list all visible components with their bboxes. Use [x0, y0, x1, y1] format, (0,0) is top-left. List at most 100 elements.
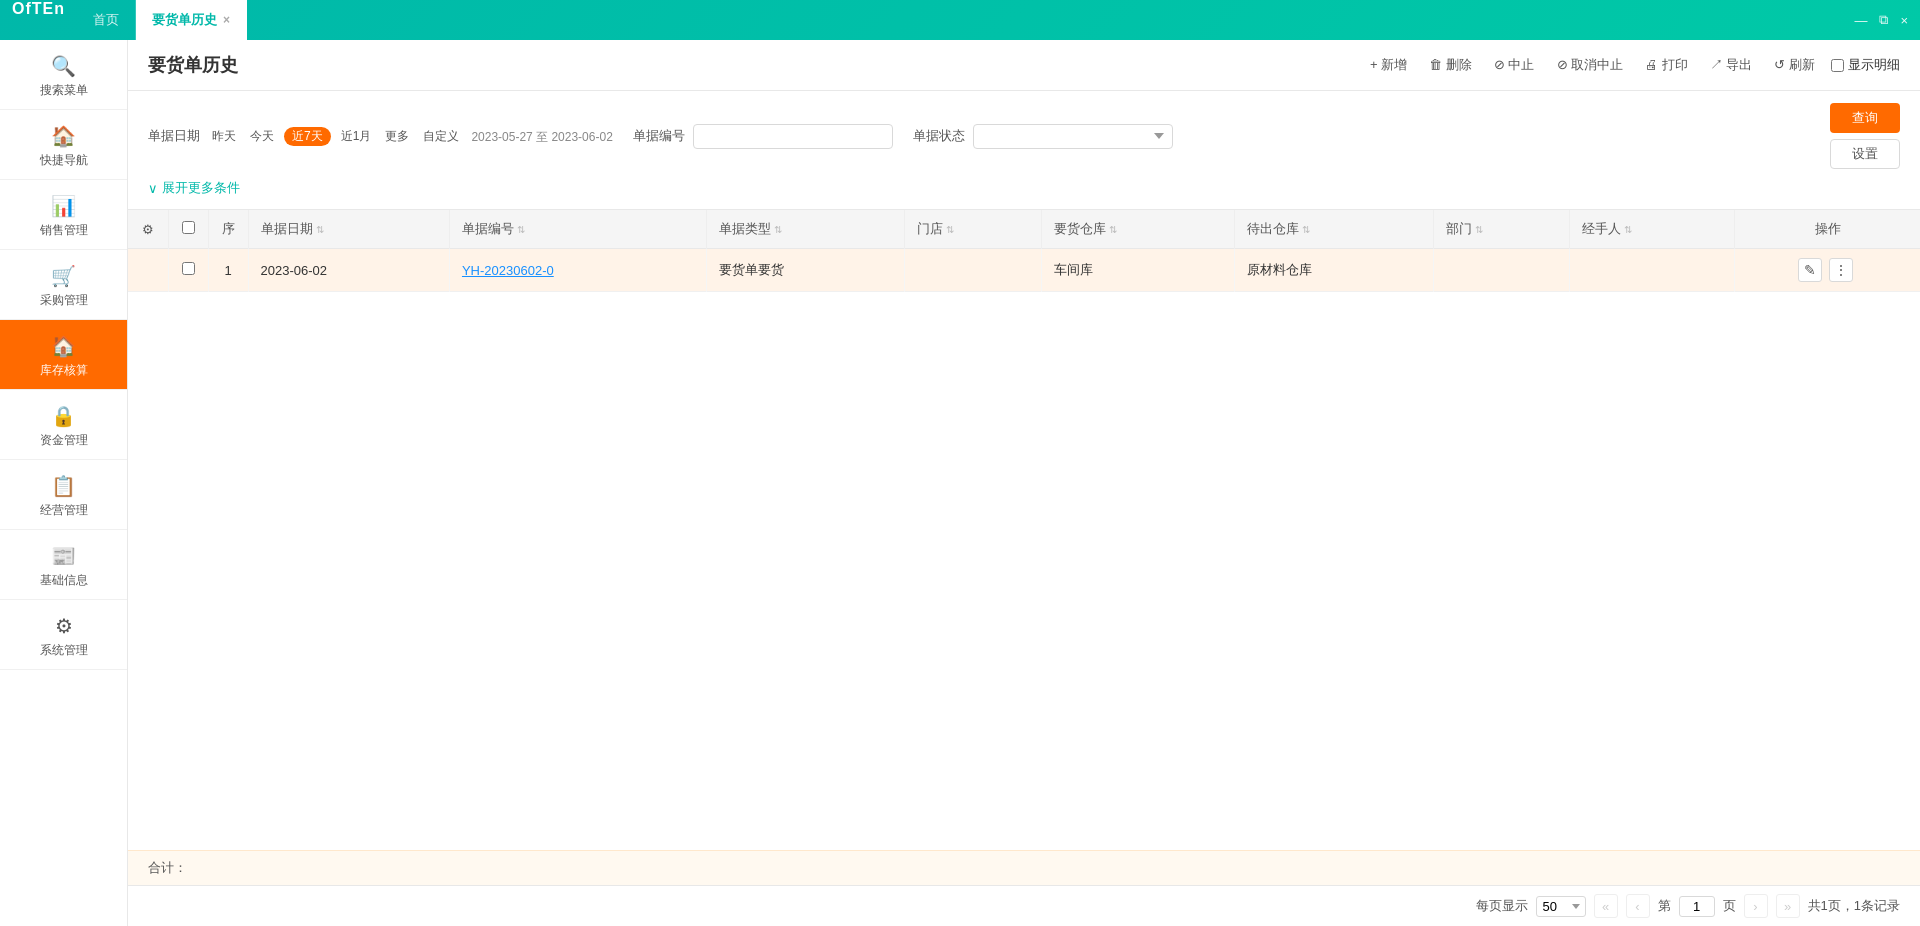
table-container: ⚙ 序 单据日期 ⇅	[128, 210, 1920, 850]
print-button[interactable]: 🖨 打印	[1639, 52, 1694, 78]
per-page-select[interactable]: 50 20 100	[1536, 896, 1586, 917]
page-header: 要货单历史 + 新增 🗑 删除 ⊘ 中止 ⊘ 取消中止 🖨 打印 ↗ 导出 ↺ …	[128, 40, 1920, 91]
page-input[interactable]	[1679, 896, 1715, 917]
tab-home[interactable]: 首页	[77, 0, 136, 40]
refresh-button[interactable]: ↺ 刷新	[1768, 52, 1821, 78]
tab-requisition-history[interactable]: 要货单历史 ×	[136, 0, 247, 40]
page-title: 要货单历史	[148, 53, 238, 89]
doc-no-link[interactable]: YH-20230602-0	[462, 263, 554, 278]
stop-button[interactable]: ⊘ 中止	[1488, 52, 1541, 78]
sidebar-item-system[interactable]: ⚙ 系统管理	[0, 600, 127, 670]
th-handler[interactable]: 经手人 ⇅	[1570, 210, 1735, 249]
last-page-btn[interactable]: »	[1776, 894, 1800, 918]
sidebar-item-shortcut[interactable]: 🏠 快捷导航	[0, 110, 127, 180]
td-dept	[1433, 249, 1570, 292]
status-select[interactable]	[973, 124, 1173, 149]
date-shortcut-more[interactable]: 更多	[381, 127, 413, 146]
sidebar-item-finance[interactable]: 🔒 资金管理	[0, 390, 127, 460]
new-button[interactable]: + 新增	[1364, 52, 1413, 78]
inventory-icon: 🏠	[51, 334, 76, 358]
table-header-row: ⚙ 序 单据日期 ⇅	[128, 210, 1920, 249]
prev-page-btn[interactable]: ‹	[1626, 894, 1650, 918]
show-detail-checkbox[interactable]	[1831, 59, 1844, 72]
sidebar-item-label: 销售管理	[40, 222, 88, 239]
delete-button[interactable]: 🗑 删除	[1423, 52, 1478, 78]
chart-icon: 📊	[51, 194, 76, 218]
home-icon: 🏠	[51, 124, 76, 148]
window-minimize-btn[interactable]: —	[1854, 13, 1867, 28]
sidebar-item-inventory[interactable]: 🏠 库存核算	[0, 320, 127, 390]
select-all-checkbox[interactable]	[182, 221, 195, 234]
row-edit-btn[interactable]: ✎	[1798, 258, 1822, 282]
date-range-text: 2023-05-27 至 2023-06-02	[471, 129, 612, 146]
next-page-btn[interactable]: ›	[1744, 894, 1768, 918]
per-page-label: 每页显示	[1476, 897, 1528, 915]
jump-label: 第	[1658, 897, 1671, 915]
status-filter: 单据状态	[913, 124, 1173, 149]
export-button[interactable]: ↗ 导出	[1704, 52, 1759, 78]
td-checkbox	[168, 249, 208, 292]
td-actions: ✎ ⋮	[1735, 249, 1920, 292]
settings-icon: ⚙	[142, 222, 154, 237]
content-area: 要货单历史 + 新增 🗑 删除 ⊘ 中止 ⊘ 取消中止 🖨 打印 ↗ 导出 ↺ …	[128, 40, 1920, 926]
sort-icon: ⇅	[774, 224, 782, 235]
filter-actions: 查询 设置	[1830, 103, 1900, 169]
th-doc-date[interactable]: 单据日期 ⇅	[248, 210, 449, 249]
first-page-btn[interactable]: «	[1594, 894, 1618, 918]
date-shortcut-yesterday[interactable]: 昨天	[208, 127, 240, 146]
sidebar-item-label: 快捷导航	[40, 152, 88, 169]
search-icon: 🔍	[51, 54, 76, 78]
th-settings[interactable]: ⚙	[128, 210, 168, 249]
td-handler	[1570, 249, 1735, 292]
date-shortcut-custom[interactable]: 自定义	[419, 127, 463, 146]
th-index: 序	[208, 210, 248, 249]
window-close-btn[interactable]: ×	[1900, 13, 1908, 28]
th-req-warehouse[interactable]: 要货仓库 ⇅	[1041, 210, 1235, 249]
sidebar-item-operations[interactable]: 📋 经营管理	[0, 460, 127, 530]
newspaper-icon: 📰	[51, 544, 76, 568]
main-layout: 🔍 搜索菜单 🏠 快捷导航 📊 销售管理 🛒 采购管理 🏠 库存核算 🔒 资金管…	[0, 40, 1920, 926]
doc-no-label: 单据编号	[633, 127, 685, 145]
date-shortcut-1month[interactable]: 近1月	[337, 127, 376, 146]
sidebar-item-search[interactable]: 🔍 搜索菜单	[0, 40, 127, 110]
td-doc-type: 要货单要货	[707, 249, 905, 292]
sidebar-item-purchase[interactable]: 🛒 采购管理	[0, 250, 127, 320]
date-shortcut-7days[interactable]: 近7天	[284, 127, 331, 146]
clipboard-icon: 📋	[51, 474, 76, 498]
footer-total: 合计：	[128, 850, 1920, 885]
th-pending-warehouse[interactable]: 待出仓库 ⇅	[1235, 210, 1433, 249]
tab-close-icon[interactable]: ×	[223, 13, 230, 27]
filter-bar: 单据日期 昨天 今天 近7天 近1月 更多 自定义 2023-05-27 至 2…	[128, 91, 1920, 210]
th-store[interactable]: 门店 ⇅	[905, 210, 1042, 249]
row-more-btn[interactable]: ⋮	[1829, 258, 1853, 282]
th-doc-type[interactable]: 单据类型 ⇅	[707, 210, 905, 249]
cancel-stop-button[interactable]: ⊘ 取消中止	[1551, 52, 1630, 78]
sidebar-item-basic-info[interactable]: 📰 基础信息	[0, 530, 127, 600]
data-table: ⚙ 序 单据日期 ⇅	[128, 210, 1920, 292]
expand-more-btn[interactable]: ∨ 展开更多条件	[148, 179, 240, 197]
filter-row-1: 单据日期 昨天 今天 近7天 近1月 更多 自定义 2023-05-27 至 2…	[148, 103, 1900, 169]
th-actions: 操作	[1735, 210, 1920, 249]
window-restore-btn[interactable]: ⧉	[1879, 12, 1888, 28]
top-bar: OfTEn 首页 要货单历史 × — ⧉ ×	[0, 0, 1920, 40]
date-filter-label: 单据日期	[148, 127, 200, 145]
top-bar-actions: — ⧉ ×	[1854, 12, 1920, 28]
sort-icon: ⇅	[1109, 224, 1117, 235]
th-dept[interactable]: 部门 ⇅	[1433, 210, 1570, 249]
doc-no-filter: 单据编号	[633, 124, 893, 149]
show-detail-label: 显示明细	[1848, 56, 1900, 74]
sidebar: 🔍 搜索菜单 🏠 快捷导航 📊 销售管理 🛒 采购管理 🏠 库存核算 🔒 资金管…	[0, 40, 128, 926]
doc-no-input[interactable]	[693, 124, 893, 149]
th-doc-no[interactable]: 单据编号 ⇅	[449, 210, 706, 249]
expand-more-label: 展开更多条件	[162, 179, 240, 197]
query-button[interactable]: 查询	[1830, 103, 1900, 133]
show-detail-toggle[interactable]: 显示明细	[1831, 56, 1900, 74]
setting-button[interactable]: 设置	[1830, 139, 1900, 169]
row-checkbox[interactable]	[182, 262, 195, 275]
td-index: 1	[208, 249, 248, 292]
td-store	[905, 249, 1042, 292]
date-shortcut-today[interactable]: 今天	[246, 127, 278, 146]
th-checkbox	[168, 210, 208, 249]
sidebar-item-label: 基础信息	[40, 572, 88, 589]
sidebar-item-sales[interactable]: 📊 销售管理	[0, 180, 127, 250]
